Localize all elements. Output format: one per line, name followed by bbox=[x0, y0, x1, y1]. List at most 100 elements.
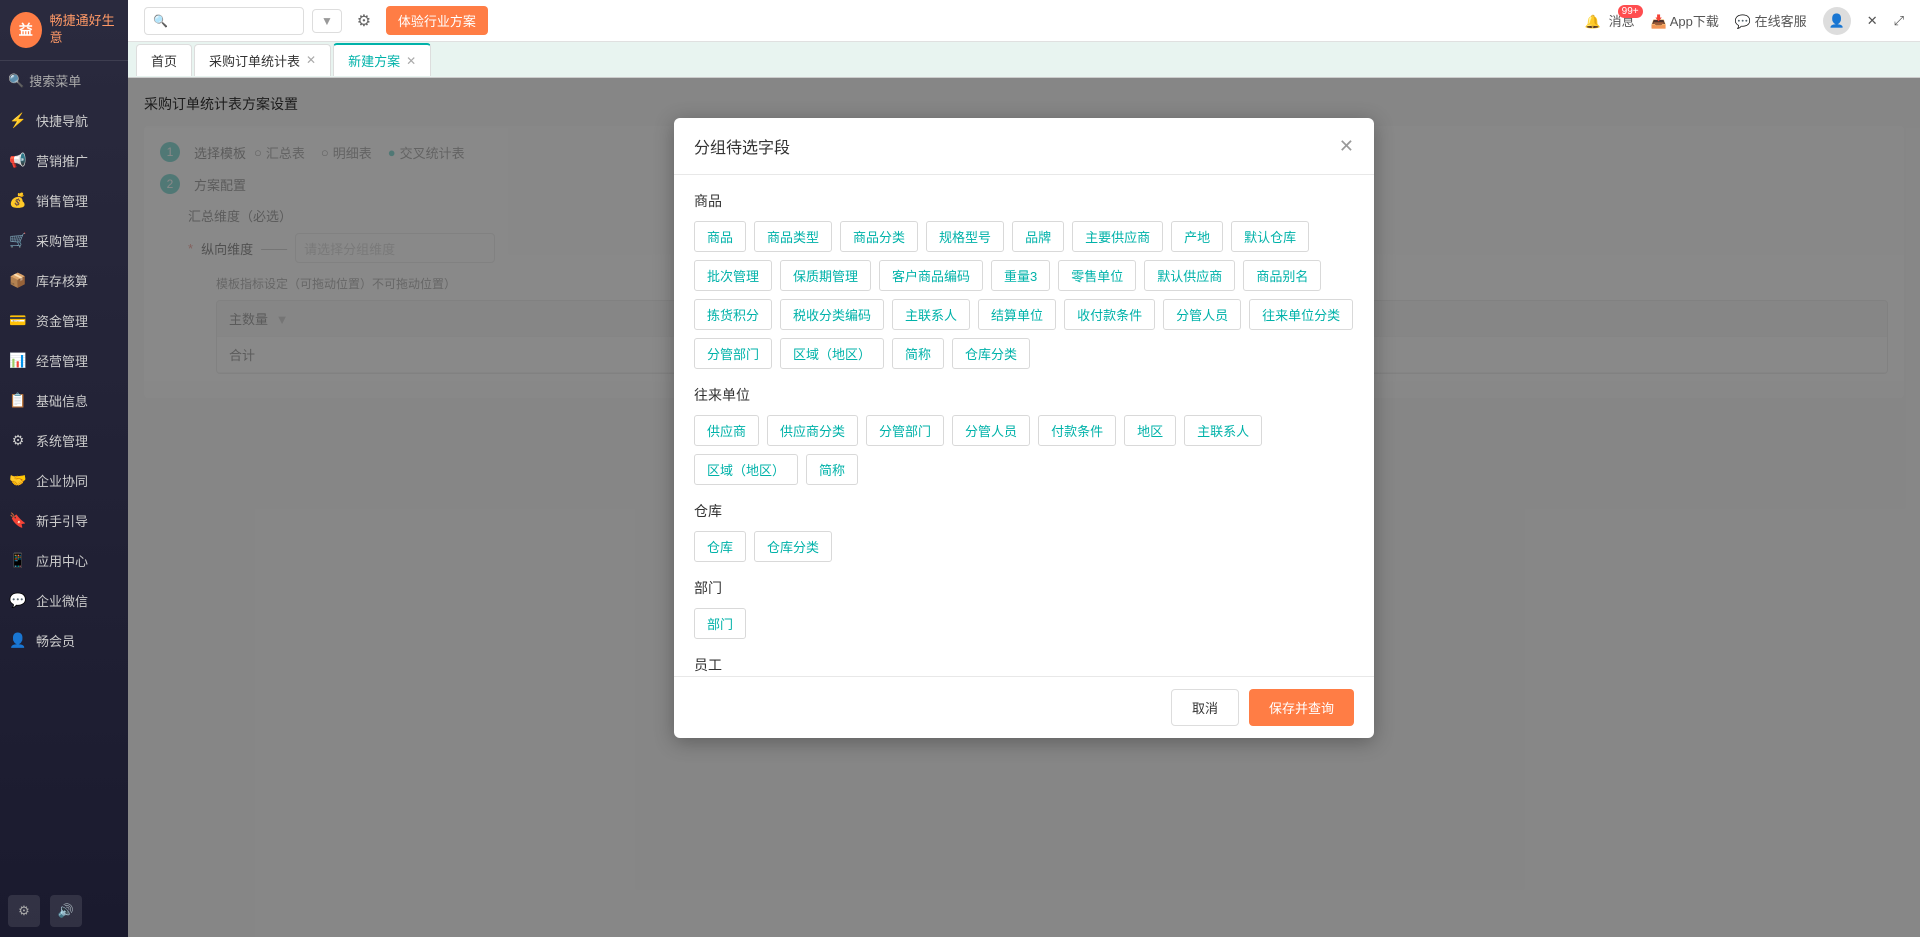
field-tag-部门[interactable]: 部门 bbox=[694, 608, 746, 639]
sidebar-item-system[interactable]: ⚙ 系统管理 bbox=[0, 420, 128, 460]
field-tag-收付款条件[interactable]: 收付款条件 bbox=[1064, 299, 1155, 330]
sidebar-item-new-guide[interactable]: 🔖 新手引导 bbox=[0, 500, 128, 540]
field-tag-区域（地区）[interactable]: 区域（地区） bbox=[780, 338, 884, 369]
field-tag-品牌[interactable]: 品牌 bbox=[1012, 221, 1064, 252]
purchase-icon: 🛒 bbox=[8, 230, 28, 250]
sidebar-item-corp-wechat[interactable]: 💬 企业微信 bbox=[0, 580, 128, 620]
system-icon: ⚙ bbox=[8, 430, 28, 450]
field-tag-默认仓库[interactable]: 默认仓库 bbox=[1231, 221, 1309, 252]
field-tag-简称[interactable]: 简称 bbox=[892, 338, 944, 369]
field-tag-简称[interactable]: 简称 bbox=[806, 454, 858, 485]
corp-wechat-icon: 💬 bbox=[8, 590, 28, 610]
tab-bar: 首页 采购订单统计表 ✕ 新建方案 ✕ bbox=[128, 42, 1920, 78]
header-right: 🔔 99+ 消息 📥 App下载 💬 在线客服 👤 ✕ ⤢ bbox=[1585, 7, 1904, 35]
marketing-icon: 📢 bbox=[8, 150, 28, 170]
field-tag-商品别名[interactable]: 商品别名 bbox=[1243, 260, 1321, 291]
sidebar-item-corp-coop[interactable]: 🤝 企业协同 bbox=[0, 460, 128, 500]
trial-btn[interactable]: 体验行业方案 bbox=[386, 6, 488, 35]
sidebar-search[interactable]: 🔍 搜索菜单 bbox=[0, 61, 128, 100]
modal-close-btn[interactable]: ✕ bbox=[1339, 136, 1354, 157]
sidebar-item-marketing[interactable]: 📢 营销推广 bbox=[0, 140, 128, 180]
field-tag-主联系人[interactable]: 主联系人 bbox=[1184, 415, 1262, 446]
field-tag-仓库分类[interactable]: 仓库分类 bbox=[952, 338, 1030, 369]
field-tag-仓库分类[interactable]: 仓库分类 bbox=[754, 531, 832, 562]
field-tag-批次管理[interactable]: 批次管理 bbox=[694, 260, 772, 291]
field-tag-规格型号[interactable]: 规格型号 bbox=[926, 221, 1004, 252]
field-tag-分管人员[interactable]: 分管人员 bbox=[1163, 299, 1241, 330]
field-tag-结算单位[interactable]: 结算单位 bbox=[978, 299, 1056, 330]
field-tag-供应商分类[interactable]: 供应商分类 bbox=[767, 415, 858, 446]
sidebar-item-app-center[interactable]: 📱 应用中心 bbox=[0, 540, 128, 580]
sidebar-item-operations[interactable]: 📊 经营管理 bbox=[0, 340, 128, 380]
field-tag-仓库[interactable]: 仓库 bbox=[694, 531, 746, 562]
sales-icon: 💰 bbox=[8, 190, 28, 210]
field-tag-分管部门[interactable]: 分管部门 bbox=[694, 338, 772, 369]
sidebar: 益 畅捷通好生意 🔍 搜索菜单 ⚡ 快捷导航 📢 营销推广 💰 销售管理 🛒 采… bbox=[0, 0, 128, 937]
audio-bottom-btn[interactable]: 🔊 bbox=[50, 895, 82, 927]
field-tag-付款条件[interactable]: 付款条件 bbox=[1038, 415, 1116, 446]
modal-body: 商品 商品商品类型商品分类规格型号品牌主要供应商产地默认仓库批次管理保质期管理客… bbox=[674, 175, 1374, 676]
app-download-link[interactable]: 📥 App下载 bbox=[1651, 11, 1719, 30]
modal-save-btn[interactable]: 保存并查询 bbox=[1249, 689, 1354, 726]
header-expand-btn[interactable]: ⤢ bbox=[1894, 13, 1904, 29]
field-tag-商品[interactable]: 商品 bbox=[694, 221, 746, 252]
settings-bottom-btn[interactable]: ⚙ bbox=[8, 895, 40, 927]
top-header: 🔍 ▼ ⚙ 体验行业方案 🔔 99+ 消息 📥 App下载 💬 在线客服 👤 ✕ bbox=[128, 0, 1920, 42]
logo-area: 益 畅捷通好生意 bbox=[0, 0, 128, 61]
logo-text: 畅捷通好生意 bbox=[50, 13, 118, 47]
header-close-btn[interactable]: ✕ bbox=[1867, 13, 1878, 29]
app-center-icon: 📱 bbox=[8, 550, 28, 570]
field-tag-税收分类编码[interactable]: 税收分类编码 bbox=[780, 299, 884, 330]
member-icon: 👤 bbox=[8, 630, 28, 650]
tab-home[interactable]: 首页 bbox=[136, 44, 192, 76]
field-tag-主联系人[interactable]: 主联系人 bbox=[892, 299, 970, 330]
section-warehouse-tags: 仓库仓库分类 bbox=[694, 531, 1354, 562]
section-partners: 往来单位 供应商供应商分类分管部门分管人员付款条件地区主联系人区域（地区）简称 bbox=[694, 385, 1354, 485]
tab-close-new-plan[interactable]: ✕ bbox=[406, 54, 416, 68]
sidebar-item-inventory[interactable]: 📦 库存核算 bbox=[0, 260, 128, 300]
section-goods-title: 商品 bbox=[694, 191, 1354, 211]
sidebar-item-sales[interactable]: 💰 销售管理 bbox=[0, 180, 128, 220]
sidebar-item-member[interactable]: 👤 畅会员 bbox=[0, 620, 128, 660]
field-tag-默认供应商[interactable]: 默认供应商 bbox=[1144, 260, 1235, 291]
field-tag-供应商[interactable]: 供应商 bbox=[694, 415, 759, 446]
section-department-tags: 部门 bbox=[694, 608, 1354, 639]
sidebar-item-purchase[interactable]: 🛒 采购管理 bbox=[0, 220, 128, 260]
corp-coop-icon: 🤝 bbox=[8, 470, 28, 490]
header-search-box[interactable]: 🔍 bbox=[144, 7, 304, 35]
notification-bell[interactable]: 🔔 99+ 消息 bbox=[1585, 11, 1635, 30]
field-tag-分管人员[interactable]: 分管人员 bbox=[952, 415, 1030, 446]
sidebar-item-quick-nav[interactable]: ⚡ 快捷导航 bbox=[0, 100, 128, 140]
field-tag-区域（地区）[interactable]: 区域（地区） bbox=[694, 454, 798, 485]
field-tag-重量3[interactable]: 重量3 bbox=[991, 260, 1050, 291]
section-employee-title: 员工 bbox=[694, 655, 1354, 675]
new-guide-icon: 🔖 bbox=[8, 510, 28, 530]
field-tag-地区[interactable]: 地区 bbox=[1124, 415, 1176, 446]
field-tag-主要供应商[interactable]: 主要供应商 bbox=[1072, 221, 1163, 252]
sidebar-item-basics[interactable]: 📋 基础信息 bbox=[0, 380, 128, 420]
header-dropdown[interactable]: ▼ bbox=[312, 9, 342, 33]
field-tag-客户商品编码[interactable]: 客户商品编码 bbox=[879, 260, 983, 291]
field-tag-保质期管理[interactable]: 保质期管理 bbox=[780, 260, 871, 291]
field-tag-往来单位分类[interactable]: 往来单位分类 bbox=[1249, 299, 1353, 330]
field-tag-分管部门[interactable]: 分管部门 bbox=[866, 415, 944, 446]
sidebar-item-finance[interactable]: 💳 资金管理 bbox=[0, 300, 128, 340]
section-department: 部门 部门 bbox=[694, 578, 1354, 639]
section-department-title: 部门 bbox=[694, 578, 1354, 598]
field-tag-商品类型[interactable]: 商品类型 bbox=[754, 221, 832, 252]
user-avatar[interactable]: 👤 bbox=[1823, 7, 1851, 35]
quick-nav-icon: ⚡ bbox=[8, 110, 28, 130]
online-service-link[interactable]: 💬 在线客服 bbox=[1735, 11, 1807, 30]
tab-close-purchase-stats[interactable]: ✕ bbox=[306, 53, 316, 67]
section-partners-tags: 供应商供应商分类分管部门分管人员付款条件地区主联系人区域（地区） 简称 bbox=[694, 415, 1354, 485]
notification-count: 99+ bbox=[1618, 5, 1643, 18]
field-tag-拣货积分[interactable]: 拣货积分 bbox=[694, 299, 772, 330]
tab-new-plan[interactable]: 新建方案 ✕ bbox=[333, 43, 431, 76]
field-tag-产地[interactable]: 产地 bbox=[1171, 221, 1223, 252]
modal-cancel-btn[interactable]: 取消 bbox=[1171, 689, 1239, 726]
header-gear-btn[interactable]: ⚙ bbox=[350, 7, 378, 35]
field-tag-商品分类[interactable]: 商品分类 bbox=[840, 221, 918, 252]
modal-title: 分组待选字段 bbox=[694, 134, 790, 158]
field-tag-零售单位[interactable]: 零售单位 bbox=[1058, 260, 1136, 291]
tab-purchase-stats[interactable]: 采购订单统计表 ✕ bbox=[194, 44, 331, 76]
